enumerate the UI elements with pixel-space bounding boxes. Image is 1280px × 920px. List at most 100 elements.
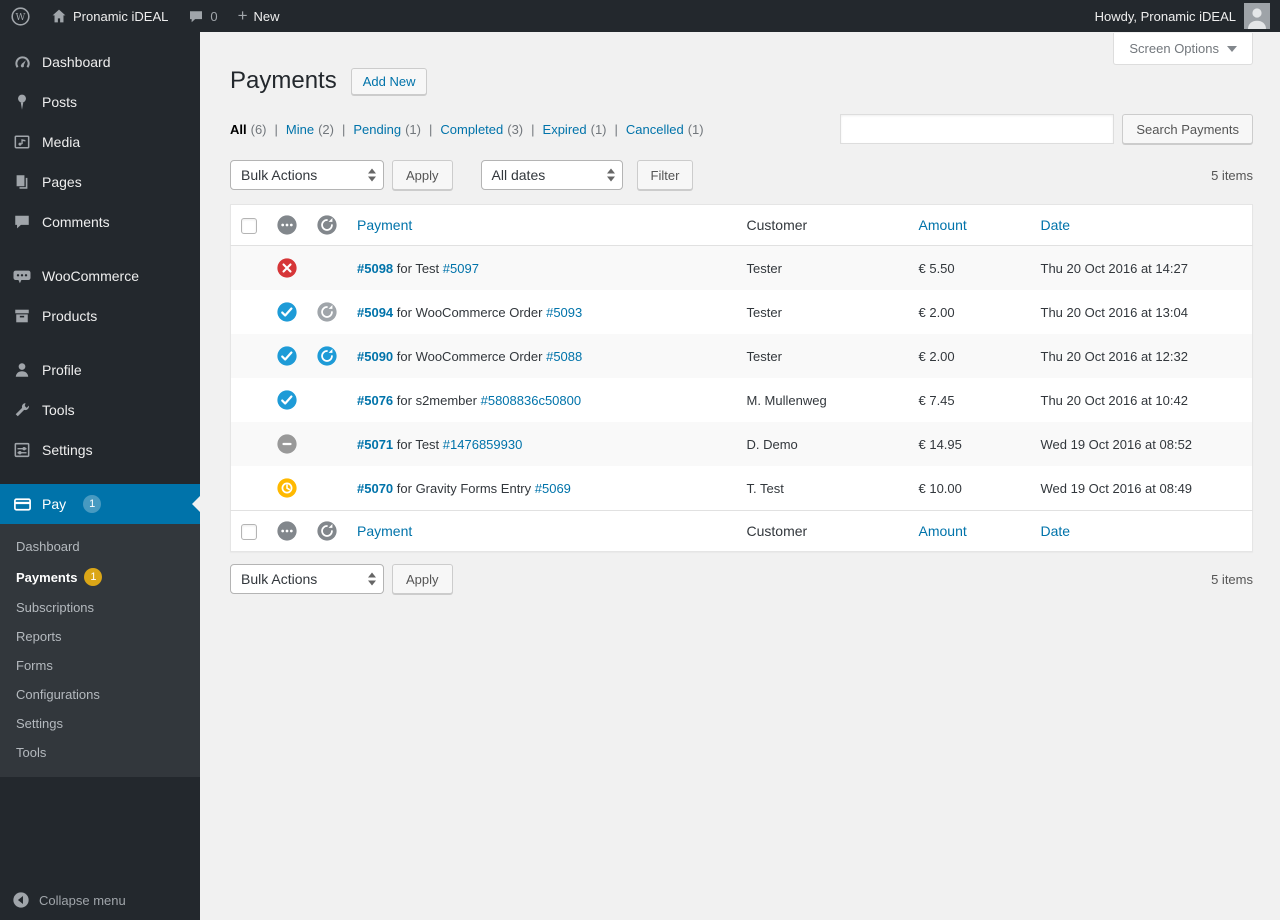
view-pending[interactable]: Pending(1) [334,122,421,137]
submenu-item-settings[interactable]: Settings [0,709,200,738]
submenu-item-subscriptions[interactable]: Subscriptions [0,593,200,622]
collapse-arrow-icon [12,891,30,909]
sidebar-item-posts[interactable]: Posts [0,82,200,122]
view-cancelled[interactable]: Cancelled(1) [607,122,704,137]
payment-link[interactable]: #5090 for WooCommerce Order #5088 [357,349,582,364]
sidebar-item-label: Posts [42,94,78,110]
wrench-icon [12,400,32,420]
payment-source-id: #5808836c50800 [480,392,582,408]
filter-button[interactable]: Filter [636,160,694,190]
status-completed-icon [271,345,303,367]
bulk-actions-select[interactable]: Bulk Actions [230,160,384,190]
select-all-checkbox[interactable] [241,217,257,234]
status-expired-icon [271,433,303,455]
payment-link[interactable]: #5071 for Test #1476859930 [357,437,522,452]
sidebar-item-dashboard[interactable]: Dashboard [0,42,200,82]
site-name-menu[interactable]: Pronamic iDEAL [41,0,178,32]
sort-payment-column[interactable]: Payment [357,523,412,539]
payment-id: #5070 [357,480,394,496]
sidebar-item-settings[interactable]: Settings [0,430,200,470]
new-content-menu[interactable]: + New [228,0,290,32]
payment-id: #5076 [357,392,394,408]
sidebar-item-pages[interactable]: Pages [0,162,200,202]
items-count: 5 items [1211,571,1253,587]
status-column-icon[interactable] [271,520,303,542]
sidebar-item-pay[interactable]: Pay 1 [0,484,200,524]
settings-icon [12,440,32,460]
sidebar-item-tools[interactable]: Tools [0,390,200,430]
view-all[interactable]: All (6) [230,122,267,137]
sort-date-column[interactable]: Date [1041,523,1071,539]
payment-id: #5098 [357,260,394,276]
sort-date-column[interactable]: Date [1041,217,1071,233]
date-cell: Wed 19 Oct 2016 at 08:52 [1040,436,1193,452]
status-completed-icon [271,389,303,411]
sidebar-item-label: Settings [42,442,93,458]
submenu-item-dashboard[interactable]: Dashboard [0,532,200,561]
view-label: Pending [353,121,402,137]
screen-options-tab[interactable]: Screen Options [1113,33,1253,65]
status-pending-icon [271,477,303,499]
sidebar-item-profile[interactable]: Profile [0,350,200,390]
payment-link[interactable]: #5070 for Gravity Forms Entry #5069 [357,481,571,496]
dates-filter-value: All dates [491,167,546,183]
sidebar-item-label: Pages [42,174,82,190]
date-cell: Wed 19 Oct 2016 at 08:49 [1040,480,1193,496]
submenu-item-tools[interactable]: Tools [0,738,200,767]
avatar [1244,3,1270,29]
sidebar-item-label: Products [42,308,98,324]
view-completed[interactable]: Completed(3) [421,122,523,137]
payment-link[interactable]: #5094 for WooCommerce Order #5093 [357,305,582,320]
view-expired[interactable]: Expired(1) [523,122,607,137]
comments-menu[interactable]: 0 [178,0,227,32]
pin-icon [12,92,32,112]
bulk-actions-select-bottom[interactable]: Bulk Actions [230,564,384,594]
collapse-menu-button[interactable]: Collapse menu [0,880,200,920]
sort-payment-column[interactable]: Payment [357,217,412,233]
admin-sidebar: Dashboard Posts Media Pages Comments Woo… [0,32,200,920]
sort-amount-column[interactable]: Amount [919,217,967,233]
payment-source: for Gravity Forms Entry [396,480,532,496]
select-arrows-icon [368,572,376,586]
my-account-menu[interactable]: Howdy, Pronamic iDEAL [1085,0,1280,32]
submenu-item-label: Subscriptions [16,600,95,615]
payment-link[interactable]: #5098 for Test #5097 [357,261,479,276]
submenu-item-label: Dashboard [16,539,80,554]
recurring-column-icon[interactable] [311,214,343,236]
view-mine[interactable]: Mine(2) [267,122,334,137]
submenu-item-configurations[interactable]: Configurations [0,680,200,709]
status-column-icon[interactable] [271,214,303,236]
payments-count-badge: 1 [84,568,103,586]
submenu-item-payments[interactable]: Payments 1 [0,561,200,593]
customer-cell: Tester [746,348,782,364]
customer-cell: D. Demo [746,436,798,452]
search-payments-button[interactable]: Search Payments [1122,114,1253,144]
search-input[interactable] [840,114,1115,144]
sort-amount-column[interactable]: Amount [919,523,967,539]
sidebar-item-comments[interactable]: Comments [0,202,200,242]
apply-button[interactable]: Apply [392,160,453,190]
date-cell: Thu 20 Oct 2016 at 14:27 [1040,260,1188,276]
submenu-item-reports[interactable]: Reports [0,622,200,651]
sidebar-item-media[interactable]: Media [0,122,200,162]
submenu-item-forms[interactable]: Forms [0,651,200,680]
dashboard-icon [12,52,32,72]
bulk-actions-value: Bulk Actions [241,571,318,587]
submenu-item-label: Payments [16,569,78,585]
view-count: (2) [318,121,334,137]
recurring-column-icon[interactable] [311,520,343,542]
select-all-checkbox[interactable] [241,523,257,540]
main-content: Screen Options Payments Add New All(6) M… [200,0,1280,920]
dates-filter-select[interactable]: All dates [480,160,623,190]
page-header: Payments Add New [230,66,1253,96]
payment-source-id: #5088 [546,348,583,364]
sidebar-item-products[interactable]: Products [0,296,200,336]
items-count: 5 items [1211,167,1253,183]
payment-id: #5090 [357,348,394,364]
payment-link[interactable]: #5076 for s2member #5808836c50800 [357,393,581,408]
wordpress-menu[interactable]: W [0,0,41,32]
menu-separator [0,336,200,350]
add-new-button[interactable]: Add New [350,67,428,95]
sidebar-item-woocommerce[interactable]: WooCommerce [0,256,200,296]
apply-button-bottom[interactable]: Apply [392,564,453,594]
